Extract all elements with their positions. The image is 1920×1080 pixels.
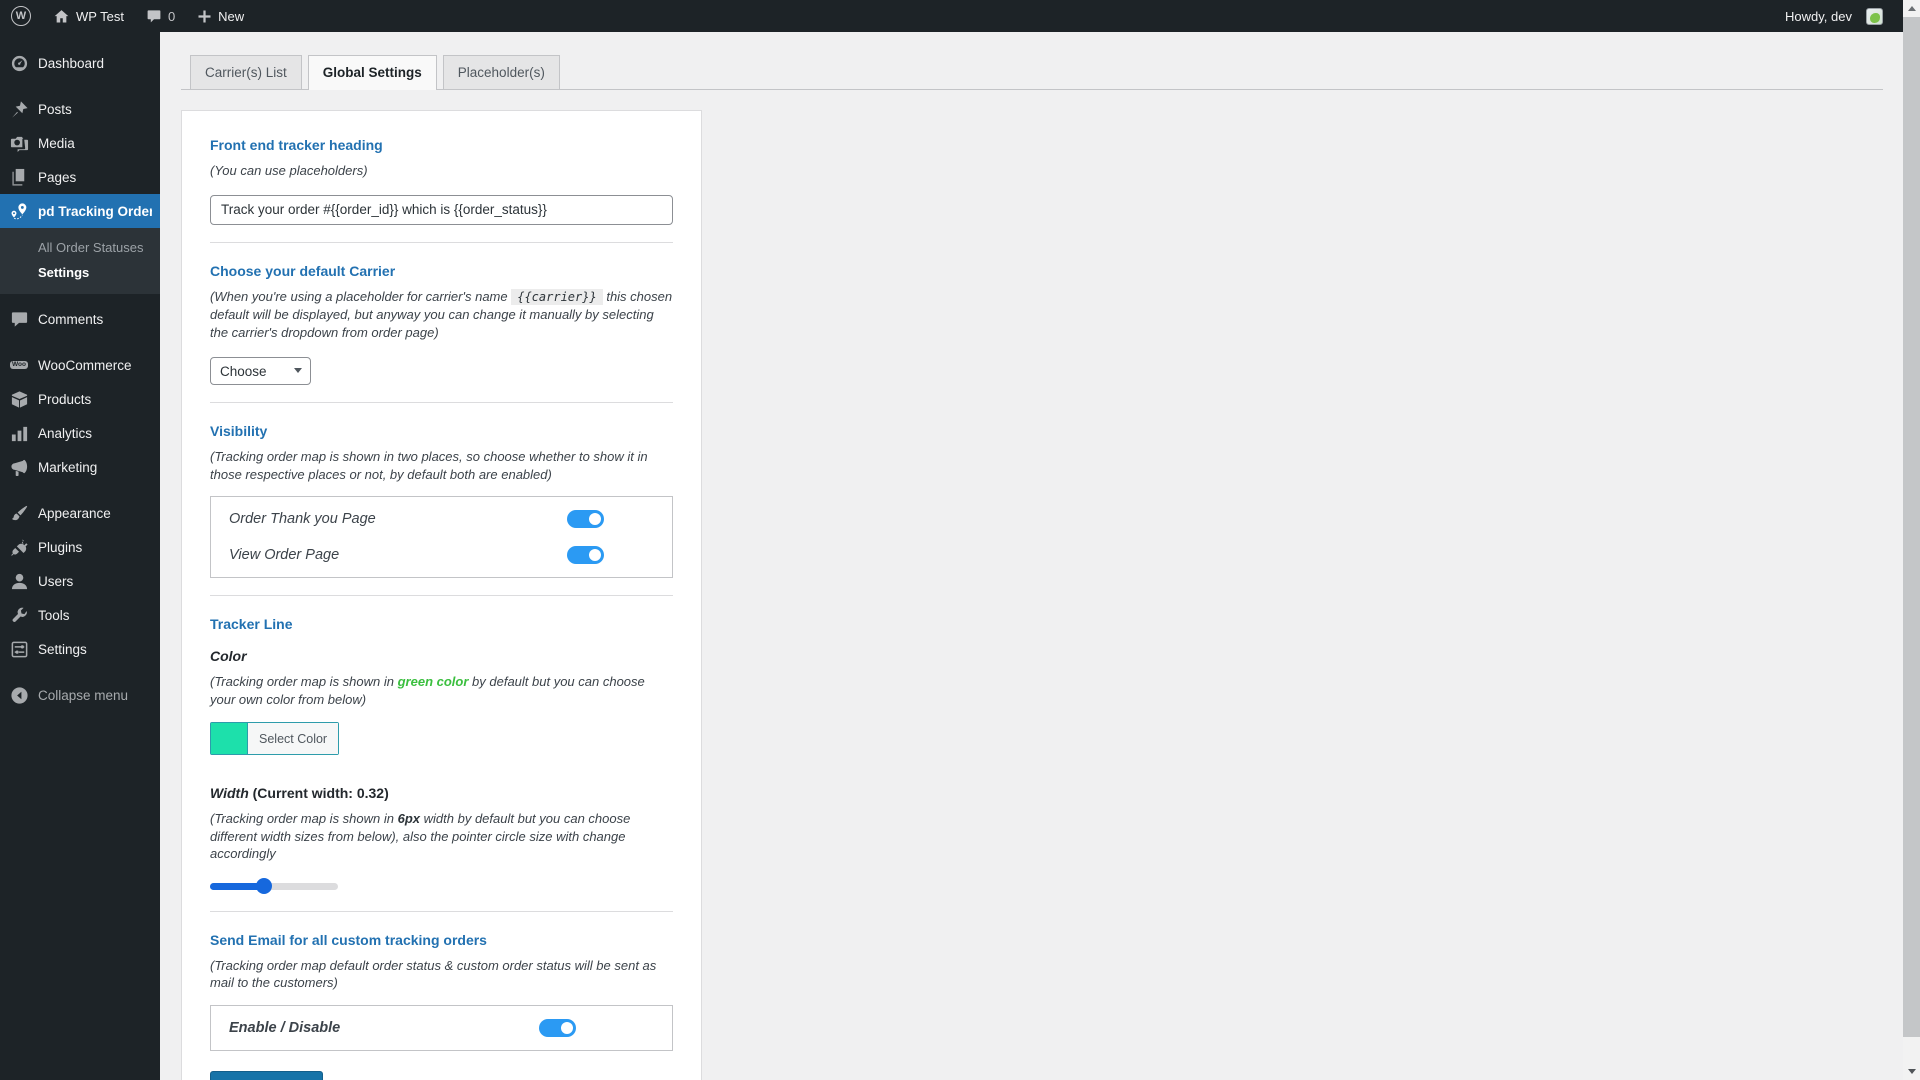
default-carrier-note: (When you're using a placeholder for car… bbox=[210, 288, 673, 340]
send-email-toggle-box: Enable / Disable bbox=[210, 1004, 673, 1051]
submenu-settings[interactable]: Settings bbox=[0, 260, 160, 285]
visibility-note: (Tracking order map is shown in two plac… bbox=[210, 449, 648, 482]
map-pins-icon bbox=[9, 201, 29, 221]
width-slider[interactable] bbox=[210, 877, 338, 894]
sidebar-item-products[interactable]: Products bbox=[0, 382, 160, 416]
divider bbox=[210, 241, 673, 243]
green-color-highlight: green color bbox=[397, 674, 469, 689]
thank-you-page-toggle[interactable] bbox=[567, 510, 604, 528]
site-name: WP Test bbox=[76, 8, 124, 24]
toggle-row-enable-disable: Enable / Disable bbox=[211, 1006, 672, 1050]
sidebar-item-marketing[interactable]: Marketing bbox=[0, 450, 160, 484]
wp-logo-menu[interactable]: W bbox=[0, 0, 42, 32]
section-title-send-email: Send Email for all custom tracking order… bbox=[210, 931, 487, 948]
view-order-page-toggle[interactable] bbox=[567, 546, 604, 564]
sidebar-item-settings[interactable]: Settings bbox=[0, 632, 160, 666]
collapse-arrow-icon bbox=[9, 685, 29, 705]
sidebar-item-woocommerce[interactable]: Woo WooCommerce bbox=[0, 348, 160, 382]
collapse-menu-button[interactable]: Collapse menu bbox=[0, 678, 160, 712]
default-width-value: 6px bbox=[397, 811, 421, 826]
select-color-label: Select Color bbox=[247, 723, 339, 754]
color-swatch bbox=[211, 723, 247, 754]
comment-icon bbox=[146, 8, 162, 24]
sidebar-item-dashboard[interactable]: Dashboard bbox=[0, 46, 160, 80]
comments-bubble[interactable]: 0 bbox=[135, 0, 186, 32]
section-title-tracker-heading: Front end tracker heading bbox=[210, 137, 383, 153]
tracker-heading-input[interactable] bbox=[210, 194, 673, 225]
default-carrier-select[interactable]: Choose bbox=[210, 357, 311, 385]
send-email-note: (Tracking order map default order status… bbox=[210, 957, 657, 991]
admin-sidebar: Dashboard Posts Media Pages pd Tracking … bbox=[0, 32, 160, 1080]
sidebar-item-appearance[interactable]: Appearance bbox=[0, 496, 160, 530]
main-content: Carrier(s) List Global Settings Placehol… bbox=[160, 32, 1903, 1080]
plus-icon bbox=[197, 9, 212, 24]
pages-icon bbox=[9, 167, 29, 187]
divider bbox=[210, 402, 673, 403]
admin-bar: W WP Test 0 New Howdy, dev bbox=[0, 0, 1920, 32]
new-label: New bbox=[218, 8, 245, 24]
scrollbar-down-arrow[interactable] bbox=[1903, 1063, 1920, 1080]
comments-count: 0 bbox=[167, 8, 176, 24]
dashboard-icon bbox=[9, 53, 29, 73]
color-subheading: Color bbox=[210, 648, 247, 664]
width-note: (Tracking order map is shown in 6px widt… bbox=[210, 811, 631, 861]
width-subheading: Width (Current width: 0.32) bbox=[210, 785, 389, 801]
howdy-text: Howdy, dev bbox=[1785, 8, 1852, 24]
new-content-menu[interactable]: New bbox=[186, 0, 255, 32]
woocommerce-icon: Woo bbox=[10, 360, 28, 370]
tab-carriers-list[interactable]: Carrier(s) List bbox=[190, 55, 302, 89]
sidebar-item-comments[interactable]: Comments bbox=[0, 302, 160, 336]
tab-global-settings[interactable]: Global Settings bbox=[307, 55, 437, 90]
tab-placeholders[interactable]: Placeholder(s) bbox=[442, 55, 560, 89]
sidebar-item-posts[interactable]: Posts bbox=[0, 92, 160, 126]
site-name-link[interactable]: WP Test bbox=[42, 0, 135, 32]
global-settings-card: Front end tracker heading (You can use p… bbox=[181, 110, 702, 1080]
section-title-visibility: Visibility bbox=[210, 423, 268, 439]
user-icon bbox=[9, 571, 29, 591]
save-settings-button[interactable]: Save Settings bbox=[210, 1070, 324, 1080]
media-icon bbox=[9, 133, 29, 153]
plug-icon bbox=[9, 537, 29, 557]
toggle-row-thank-you-page: Order Thank you Page bbox=[211, 497, 672, 541]
divider bbox=[210, 595, 673, 596]
pushpin-icon bbox=[9, 99, 29, 119]
section-title-default-carrier: Choose your default Carrier bbox=[210, 262, 396, 279]
comments-icon bbox=[9, 309, 29, 329]
sidebar-item-pages[interactable]: Pages bbox=[0, 160, 160, 194]
settings-tabs: Carrier(s) List Global Settings Placehol… bbox=[181, 55, 1883, 90]
send-email-toggle[interactable] bbox=[539, 1018, 576, 1037]
carrier-placeholder-code: {{carrier}} bbox=[511, 288, 603, 305]
megaphone-icon bbox=[9, 457, 29, 477]
home-icon bbox=[53, 8, 70, 25]
page-scrollbar[interactable] bbox=[1903, 0, 1920, 1080]
wrench-icon bbox=[9, 605, 29, 625]
wordpress-logo-icon: W bbox=[11, 6, 31, 26]
color-picker-button[interactable]: Select Color bbox=[210, 722, 340, 755]
divider bbox=[210, 910, 673, 912]
sidebar-item-plugins[interactable]: Plugins bbox=[0, 530, 160, 564]
sidebar-item-users[interactable]: Users bbox=[0, 564, 160, 598]
scrollbar-thumb[interactable] bbox=[1903, 17, 1920, 1037]
width-slider-thumb[interactable] bbox=[255, 877, 272, 894]
color-note: (Tracking order map is shown in green co… bbox=[210, 674, 645, 707]
pd-tracking-submenu: All Order Statuses Settings bbox=[0, 228, 160, 294]
default-carrier-select-wrap: Choose bbox=[210, 357, 311, 385]
paintbrush-icon bbox=[9, 503, 29, 523]
howdy-account-menu[interactable]: Howdy, dev bbox=[1774, 0, 1894, 32]
sidebar-item-tools[interactable]: Tools bbox=[0, 598, 160, 632]
submenu-all-order-statuses[interactable]: All Order Statuses bbox=[0, 235, 160, 260]
sidebar-item-pd-tracking-order[interactable]: pd Tracking Order bbox=[0, 194, 160, 228]
section-title-tracker-line: Tracker Line bbox=[210, 616, 293, 632]
sidebar-item-analytics[interactable]: Analytics bbox=[0, 416, 160, 450]
box-icon bbox=[9, 389, 29, 409]
user-avatar bbox=[1866, 7, 1883, 25]
bar-chart-icon bbox=[9, 423, 29, 443]
scrollbar-up-arrow[interactable] bbox=[1903, 0, 1920, 17]
toggle-row-view-order-page: View Order Page bbox=[211, 541, 672, 577]
tracker-heading-note: (You can use placeholders) bbox=[210, 163, 368, 178]
visibility-toggle-box: Order Thank you Page View Order Page bbox=[210, 496, 673, 578]
sidebar-item-media[interactable]: Media bbox=[0, 126, 160, 160]
sliders-icon bbox=[9, 639, 29, 659]
